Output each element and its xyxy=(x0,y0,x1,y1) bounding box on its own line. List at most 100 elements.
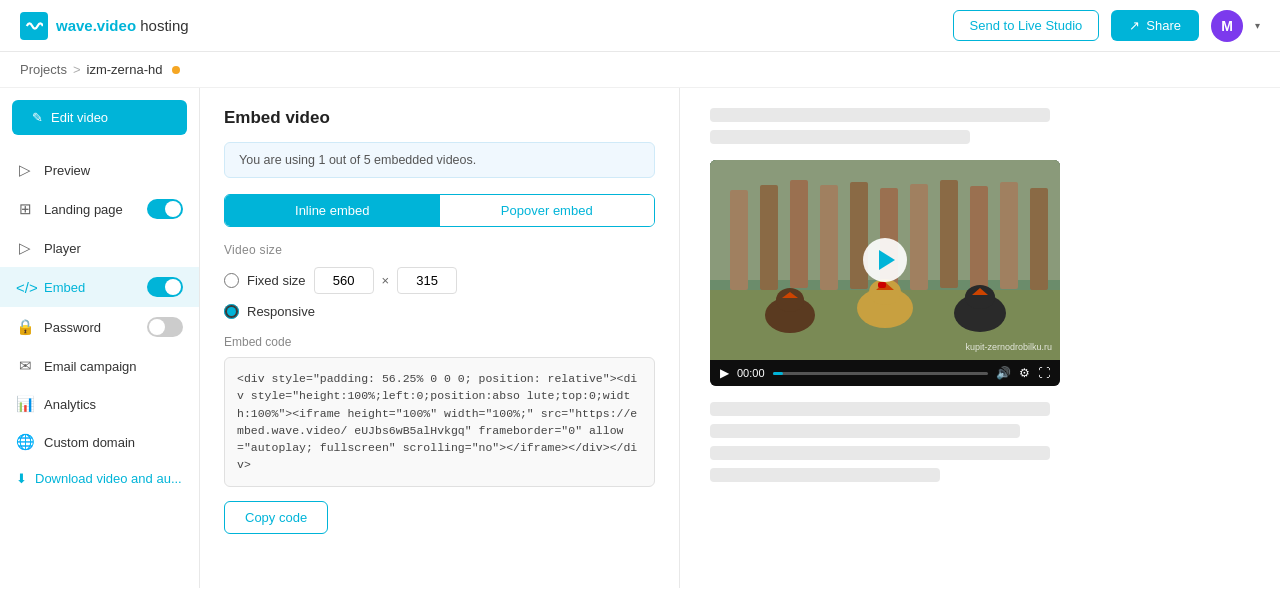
avatar[interactable]: M xyxy=(1211,10,1243,42)
sidebar-label-analytics: Analytics xyxy=(44,397,96,412)
fixed-size-label: Fixed size xyxy=(247,273,306,288)
fixed-size-row: Fixed size × xyxy=(224,267,655,294)
preview-line xyxy=(710,468,940,482)
copy-code-button[interactable]: Copy code xyxy=(224,501,328,534)
download-link[interactable]: ⬇ Download video and au... xyxy=(0,461,199,496)
video-thumbnail: wave.video xyxy=(710,160,1060,360)
breadcrumb-projects-link[interactable]: Projects xyxy=(20,62,67,77)
sidebar-item-player[interactable]: ▷ Player xyxy=(0,229,199,267)
progress-bar[interactable] xyxy=(773,372,988,375)
logo-icon xyxy=(20,12,48,40)
breadcrumb-current-page: izm-zerna-hd xyxy=(87,62,163,77)
analytics-icon: 📊 xyxy=(16,395,34,413)
video-credit: kupit-zernodrobilku.ru xyxy=(965,342,1052,352)
breadcrumb-separator: > xyxy=(73,62,81,77)
size-section-label: Video size xyxy=(224,243,655,257)
sidebar-label-email: Email campaign xyxy=(44,359,137,374)
responsive-size-radio[interactable] xyxy=(224,304,239,319)
sidebar-item-embed[interactable]: </> Embed xyxy=(0,267,199,307)
embed-notice: You are using 1 out of 5 embedded videos… xyxy=(224,142,655,178)
video-controls: ▶ 00:00 🔊 ⚙ ⛶ xyxy=(710,360,1060,386)
preview-line xyxy=(710,108,1050,122)
password-toggle[interactable] xyxy=(147,317,183,337)
preview-lines-bottom xyxy=(710,402,1250,482)
responsive-label: Responsive xyxy=(247,304,315,319)
breadcrumb: Projects > izm-zerna-hd xyxy=(0,52,1280,88)
sidebar-item-preview[interactable]: ▷ Preview xyxy=(0,151,199,189)
header-left: wave.video hosting xyxy=(20,12,189,40)
download-icon: ⬇ xyxy=(16,471,27,486)
sidebar-item-email[interactable]: ✉ Email campaign xyxy=(0,347,199,385)
sidebar-label-embed: Embed xyxy=(44,280,85,295)
svg-rect-20 xyxy=(878,282,886,288)
svg-rect-9 xyxy=(940,180,958,288)
player-icon: ▷ xyxy=(16,239,34,257)
svg-rect-6 xyxy=(850,182,868,289)
play-button[interactable] xyxy=(863,238,907,282)
progress-bar-fill xyxy=(773,372,783,375)
size-options: Fixed size × Responsive xyxy=(224,267,655,319)
play-control-icon[interactable]: ▶ xyxy=(720,366,729,380)
volume-icon[interactable]: 🔊 xyxy=(996,366,1011,380)
logo-suffix: hosting xyxy=(136,17,189,34)
svg-rect-12 xyxy=(1030,188,1048,290)
domain-icon: 🌐 xyxy=(16,433,34,451)
svg-rect-10 xyxy=(970,186,988,290)
embed-toggle[interactable] xyxy=(147,277,183,297)
edit-video-button[interactable]: ✎ Edit video xyxy=(12,100,187,135)
video-time: 00:00 xyxy=(737,367,765,379)
landing-toggle[interactable] xyxy=(147,199,183,219)
email-icon: ✉ xyxy=(16,357,34,375)
sidebar-item-analytics[interactable]: 📊 Analytics xyxy=(0,385,199,423)
logo-text: wave.video hosting xyxy=(56,17,189,34)
sidebar-label-preview: Preview xyxy=(44,163,90,178)
preview-line xyxy=(710,130,970,144)
sidebar-item-domain[interactable]: 🌐 Custom domain xyxy=(0,423,199,461)
svg-rect-11 xyxy=(1000,182,1018,289)
breadcrumb-status-dot xyxy=(172,66,180,74)
embed-title: Embed video xyxy=(224,108,655,128)
width-input[interactable] xyxy=(314,267,374,294)
responsive-size-row: Responsive xyxy=(224,304,655,319)
preview-area: wave.video xyxy=(680,88,1280,588)
sidebar: ✎ Edit video ▷ Preview ⊞ Landing page ▷ … xyxy=(0,88,200,588)
settings-icon[interactable]: ⚙ xyxy=(1019,366,1030,380)
main-content: Embed video You are using 1 out of 5 emb… xyxy=(200,88,1280,588)
fullscreen-icon[interactable]: ⛶ xyxy=(1038,366,1050,380)
tab-popover-embed[interactable]: Popover embed xyxy=(440,195,655,226)
height-input[interactable] xyxy=(397,267,457,294)
embed-tabs: Inline embed Popover embed xyxy=(224,194,655,227)
svg-rect-3 xyxy=(760,185,778,290)
tab-inline-embed[interactable]: Inline embed xyxy=(225,195,440,226)
send-to-live-studio-button[interactable]: Send to Live Studio xyxy=(953,10,1100,41)
sidebar-label-password: Password xyxy=(44,320,101,335)
embed-code-box[interactable]: <div style="padding: 56.25% 0 0 0; posit… xyxy=(224,357,655,487)
svg-point-15 xyxy=(776,288,804,312)
header-right: Send to Live Studio ↗ Share M ▾ xyxy=(953,10,1260,42)
embed-icon: </> xyxy=(16,279,34,296)
landing-icon: ⊞ xyxy=(16,200,34,218)
svg-rect-8 xyxy=(910,184,928,290)
share-button[interactable]: ↗ Share xyxy=(1111,10,1199,41)
edit-icon: ✎ xyxy=(32,110,43,125)
preview-lines-top xyxy=(710,108,1250,144)
svg-rect-4 xyxy=(790,180,808,288)
preview-line xyxy=(710,402,1050,416)
share-label: Share xyxy=(1146,18,1181,33)
avatar-chevron-icon[interactable]: ▾ xyxy=(1255,20,1260,31)
edit-video-label: Edit video xyxy=(51,110,108,125)
size-x-separator: × xyxy=(382,273,390,288)
preview-line xyxy=(710,446,1050,460)
code-section-label: Embed code xyxy=(224,335,655,349)
sidebar-label-landing: Landing page xyxy=(44,202,123,217)
share-icon: ↗ xyxy=(1129,18,1140,33)
video-container: wave.video xyxy=(710,160,1060,386)
svg-rect-2 xyxy=(730,190,748,290)
sidebar-label-player: Player xyxy=(44,241,81,256)
main-layout: ✎ Edit video ▷ Preview ⊞ Landing page ▷ … xyxy=(0,88,1280,588)
sidebar-item-landing[interactable]: ⊞ Landing page xyxy=(0,189,199,229)
sidebar-item-password[interactable]: 🔒 Password xyxy=(0,307,199,347)
header: wave.video hosting Send to Live Studio ↗… xyxy=(0,0,1280,52)
fixed-size-radio[interactable] xyxy=(224,273,239,288)
preview-line xyxy=(710,424,1020,438)
